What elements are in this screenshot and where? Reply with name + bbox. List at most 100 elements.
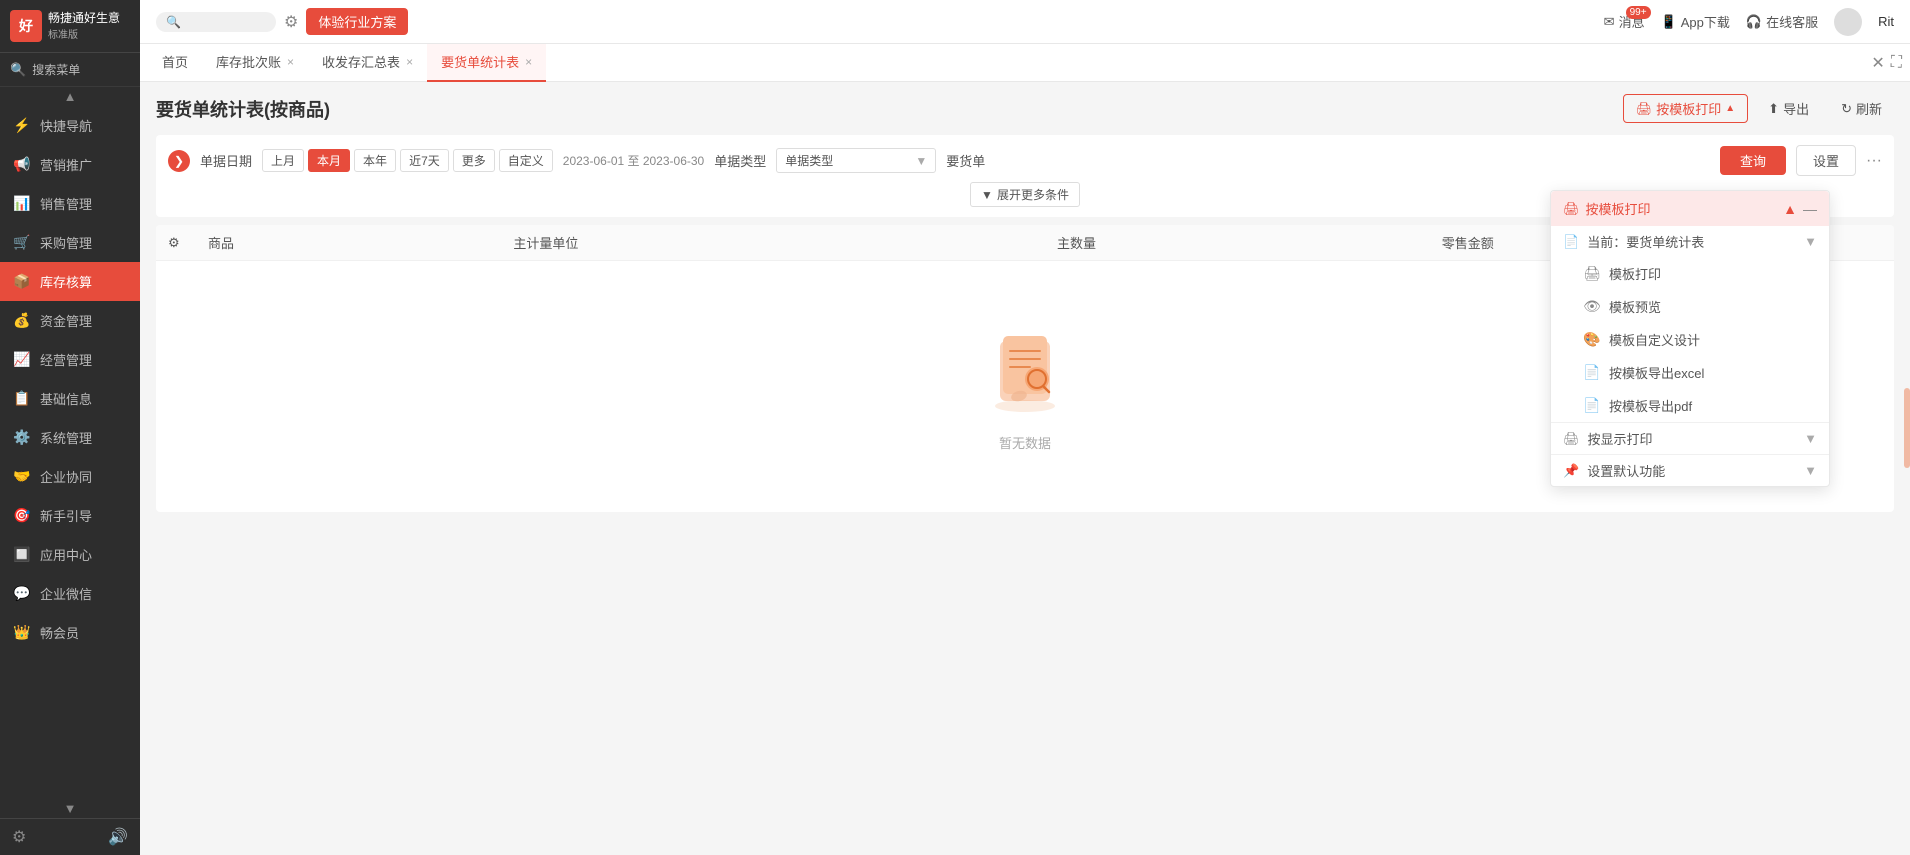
sidebar-search[interactable]: 🔍 搜索菜单 — [0, 53, 140, 87]
export-label: 导出 — [1783, 99, 1809, 118]
dropdown-item-template-print[interactable]: 🖨 模板打印 — [1551, 257, 1829, 290]
sidebar-scroll-up[interactable]: ▲ — [0, 87, 140, 106]
filter-expand-toggle[interactable]: ❯ — [168, 150, 190, 172]
th-unit: 主计量单位 — [501, 225, 1045, 261]
refresh-button[interactable]: ↻ 刷新 — [1829, 95, 1894, 122]
date-filter-label: 单据日期 — [200, 151, 252, 170]
sidebar-item-inventory[interactable]: 📦 库存核算 — [0, 262, 140, 301]
empty-icon — [975, 321, 1075, 421]
dropdown-default-func-header[interactable]: 📌 设置默认功能 ▼ — [1551, 455, 1829, 486]
main-area: 🔍 ⚙ 体验行业方案 ✉ 消息 99+ 📱 App下载 🎧 在线客服 Rit — [140, 0, 1910, 855]
sidebar-item-operations[interactable]: 📈 经营管理 — [0, 340, 140, 379]
tab-receivable-summary-close[interactable]: × — [406, 55, 413, 69]
app-download-label: App下载 — [1681, 12, 1730, 31]
dropdown-display-print-header[interactable]: 🖨 按显示打印 ▼ — [1551, 423, 1829, 454]
online-service-button[interactable]: 🎧 在线客服 — [1746, 12, 1818, 31]
settings-button[interactable]: 设置 — [1796, 145, 1856, 176]
sidebar-item-sales[interactable]: 📊 销售管理 — [0, 184, 140, 223]
sidebar-item-purchase[interactable]: 🛒 采购管理 — [0, 223, 140, 262]
apps-icon: 🔲 — [12, 546, 32, 563]
dropdown-chevron-icon[interactable]: ▲ — [1783, 201, 1797, 217]
tab-receivable-summary[interactable]: 收发存汇总表 × — [308, 44, 427, 82]
date-btn-custom[interactable]: 自定义 — [499, 149, 553, 172]
sidebar-item-member[interactable]: 👑 畅会员 — [0, 613, 140, 652]
dropdown-item-export-pdf[interactable]: 📄 按模板导出pdf — [1551, 389, 1829, 422]
sidebar-scroll-down[interactable]: ▼ — [0, 799, 140, 818]
finance-icon: 💰 — [12, 312, 32, 329]
sidebar-item-finance[interactable]: 💰 资金管理 — [0, 301, 140, 340]
export-button[interactable]: ⬆ 导出 — [1756, 95, 1821, 122]
sidebar-item-label: 基础信息 — [40, 389, 92, 408]
date-btn-7days[interactable]: 近7天 — [400, 149, 449, 172]
settings-bottom-icon[interactable]: ⚙ — [12, 827, 26, 847]
date-btn-more[interactable]: 更多 — [453, 149, 495, 172]
dropdown-header-label: 🖨 按模板打印 — [1563, 199, 1651, 218]
expand-label: 展开更多条件 — [997, 186, 1069, 203]
topbar-settings-icon[interactable]: ⚙ — [284, 12, 298, 32]
tab-order-stats-close[interactable]: × — [525, 55, 532, 69]
sidebar-item-newbie[interactable]: 🎯 新手引导 — [0, 496, 140, 535]
dropdown-current-section: 📄 当前：要货单统计表 ▼ 🖨 模板打印 👁 模板预览 🎨 模板自定义设计 — [1551, 226, 1829, 423]
shortcuts-icon: ⚡ — [12, 117, 32, 134]
tab-home[interactable]: 首页 — [148, 44, 202, 82]
page-header: 要货单统计表(按商品) 🖨 按模板打印 ▲ ⬆ 导出 ↻ 刷新 — [156, 94, 1894, 123]
dropdown-item-template-preview[interactable]: 👁 模板预览 — [1551, 290, 1829, 323]
topbar-right: ✉ 消息 99+ 📱 App下载 🎧 在线客服 Rit — [1604, 8, 1894, 36]
order-type-select[interactable]: 单据类型 ▼ — [776, 148, 936, 173]
dropdown-item-export-excel[interactable]: 📄 按模板导出excel — [1551, 356, 1829, 389]
refresh-label: 刷新 — [1856, 99, 1882, 118]
sidebar-item-system[interactable]: ⚙️ 系统管理 — [0, 418, 140, 457]
tab-inventory-batch-close[interactable]: × — [287, 55, 294, 69]
order-type-value: 单据类型 — [785, 152, 833, 169]
topbar-search-box[interactable]: 🔍 — [156, 12, 276, 32]
th-goods-label: 商品 — [208, 236, 234, 251]
newbie-icon: 🎯 — [12, 507, 32, 524]
expand-more-button[interactable]: ▼ 展开更多条件 — [970, 182, 1080, 207]
sidebar-item-shortcuts[interactable]: ⚡ 快捷导航 — [0, 106, 140, 145]
sidebar-item-label: 新手引导 — [40, 506, 92, 525]
tab-inventory-batch[interactable]: 库存批次账 × — [202, 44, 308, 82]
online-service-label: 在线客服 — [1766, 12, 1818, 31]
sidebar-item-wechat[interactable]: 💬 企业微信 — [0, 574, 140, 613]
sidebar-item-basic[interactable]: 📋 基础信息 — [0, 379, 140, 418]
page-title: 要货单统计表(按商品) — [156, 96, 330, 122]
avatar[interactable] — [1834, 8, 1862, 36]
more-options-icon[interactable]: ··· — [1866, 152, 1882, 170]
template-print-label: 按模板打印 — [1656, 99, 1721, 118]
date-btn-this-month[interactable]: 本月 — [308, 149, 350, 172]
tab-inventory-batch-label: 库存批次账 — [216, 52, 281, 71]
default-func-label: 设置默认功能 — [1587, 461, 1665, 480]
dropdown-current-header[interactable]: 📄 当前：要货单统计表 ▼ — [1551, 226, 1829, 257]
refresh-icon: ↻ — [1841, 101, 1852, 117]
messages-button[interactable]: ✉ 消息 99+ — [1604, 12, 1645, 31]
tab-order-stats[interactable]: 要货单统计表 × — [427, 44, 546, 82]
sound-bottom-icon[interactable]: 🔊 — [108, 827, 128, 847]
sidebar-item-label: 采购管理 — [40, 233, 92, 252]
template-print-item-icon: 🖨 — [1583, 265, 1601, 282]
app-download-button[interactable]: 📱 App下载 — [1661, 12, 1730, 31]
sidebar-item-apps[interactable]: 🔲 应用中心 — [0, 535, 140, 574]
dropdown-item-template-design[interactable]: 🎨 模板自定义设计 — [1551, 323, 1829, 356]
dropdown-header-actions: ▲ — — [1783, 201, 1817, 217]
maximize-button[interactable]: ⛶ — [1891, 54, 1902, 72]
order-type-chevron: ▼ — [915, 154, 927, 168]
export-excel-item-label: 按模板导出excel — [1609, 363, 1704, 382]
template-print-button[interactable]: 🖨 按模板打印 ▲ — [1623, 94, 1748, 123]
th-unit-label: 主计量单位 — [513, 236, 578, 251]
date-btn-this-year[interactable]: 本年 — [354, 149, 396, 172]
query-button[interactable]: 查询 — [1720, 146, 1786, 175]
sidebar-item-marketing[interactable]: 📢 营销推广 — [0, 145, 140, 184]
messages-icon: ✉ — [1604, 14, 1615, 30]
inventory-icon: 📦 — [12, 273, 32, 290]
column-settings-icon[interactable]: ⚙ — [168, 235, 180, 250]
tab-home-label: 首页 — [162, 52, 188, 71]
scrollbar-thumb[interactable] — [1904, 388, 1910, 468]
sidebar-item-label: 系统管理 — [40, 428, 92, 447]
basic-icon: 📋 — [12, 390, 32, 407]
close-all-tabs-button[interactable]: ✕ — [1871, 53, 1884, 73]
trial-button[interactable]: 体验行业方案 — [306, 8, 408, 35]
date-btn-last-month[interactable]: 上月 — [262, 149, 304, 172]
sidebar-item-collab[interactable]: 🤝 企业协同 — [0, 457, 140, 496]
dropdown-close-icon[interactable]: — — [1803, 201, 1817, 217]
sidebar-item-label: 快捷导航 — [40, 116, 92, 135]
